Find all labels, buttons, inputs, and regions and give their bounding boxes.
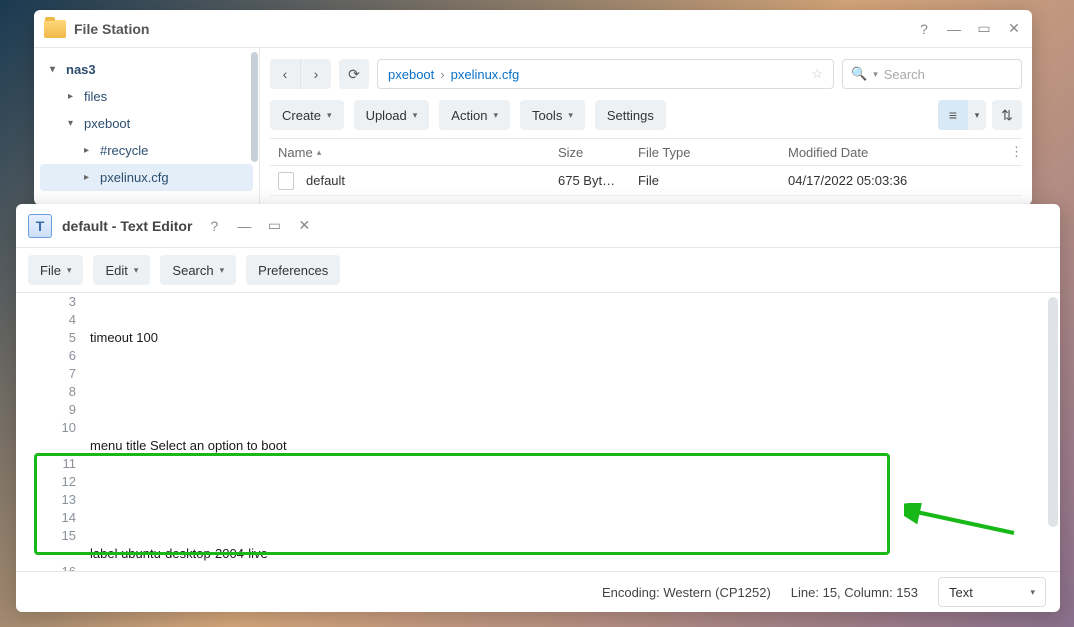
minimize-icon[interactable]: — xyxy=(946,21,962,37)
column-more-icon[interactable]: ⋮ xyxy=(1002,144,1022,160)
tree-item-pxelinux[interactable]: ▸pxelinux.cfg xyxy=(40,164,253,191)
refresh-button[interactable]: ⟳ xyxy=(339,59,369,89)
column-date[interactable]: Modified Date xyxy=(780,145,1002,160)
line-gutter: 345678910111213141516 xyxy=(16,293,86,572)
table-row[interactable]: default 675 Byt… File 04/17/2022 05:03:3… xyxy=(270,166,1022,196)
sidebar: ▾nas3 ▸files ▾pxeboot ▸#recycle ▸pxelinu… xyxy=(34,48,260,205)
file-station-titlebar[interactable]: File Station ? — ▭ ✕ xyxy=(34,10,1032,48)
status-position: Line: 15, Column: 153 xyxy=(791,585,918,600)
maximize-icon[interactable]: ▭ xyxy=(976,21,992,37)
edit-menu[interactable]: Edit▾ xyxy=(93,255,150,285)
column-size[interactable]: Size xyxy=(550,145,630,160)
back-button[interactable]: ‹ xyxy=(270,59,300,89)
sidebar-scrollbar[interactable] xyxy=(251,52,258,162)
file-icon xyxy=(278,172,294,190)
search-icon: 🔍 xyxy=(851,66,867,82)
help-icon[interactable]: ? xyxy=(916,21,932,37)
view-dropdown-icon[interactable]: ▾ xyxy=(968,100,986,130)
tree-item-recycle[interactable]: ▸#recycle xyxy=(40,137,253,164)
file-name: default xyxy=(306,173,345,188)
folder-icon xyxy=(44,20,66,38)
tree-item-files[interactable]: ▸files xyxy=(40,83,253,110)
search-dropdown-icon[interactable]: ▾ xyxy=(873,69,878,80)
search-input[interactable]: 🔍 ▾ Search xyxy=(842,59,1022,89)
forward-button[interactable]: › xyxy=(301,59,331,89)
minimize-icon[interactable]: — xyxy=(236,218,252,234)
breadcrumb-part[interactable]: pxeboot xyxy=(388,67,434,82)
status-encoding: Encoding: Western (CP1252) xyxy=(602,585,771,600)
file-station-window: File Station ? — ▭ ✕ ▾nas3 ▸files ▾pxebo… xyxy=(34,10,1032,205)
code-content[interactable]: timeout 100 menu title Select an option … xyxy=(90,293,1046,572)
tree-root-nas3[interactable]: ▾nas3 xyxy=(40,56,253,83)
text-editor-window: T default - Text Editor ? — ▭ ✕ File▾ Ed… xyxy=(16,204,1060,612)
upload-button[interactable]: Upload▾ xyxy=(354,100,430,130)
search-placeholder: Search xyxy=(884,67,925,82)
file-date: 04/17/2022 05:03:36 xyxy=(780,173,1002,188)
status-bar: Encoding: Western (CP1252) Line: 15, Col… xyxy=(16,572,1060,612)
breadcrumb-sep: › xyxy=(440,67,444,82)
file-menu[interactable]: File▾ xyxy=(28,255,83,285)
window-title: File Station xyxy=(74,21,149,37)
column-type[interactable]: File Type xyxy=(630,145,780,160)
text-editor-icon: T xyxy=(28,214,52,238)
maximize-icon[interactable]: ▭ xyxy=(266,218,282,234)
close-icon[interactable]: ✕ xyxy=(1006,21,1022,37)
search-menu[interactable]: Search▾ xyxy=(160,255,236,285)
tree-item-pxeboot[interactable]: ▾pxeboot xyxy=(40,110,253,137)
window-title: default - Text Editor xyxy=(62,218,192,234)
editor-toolbar: File▾ Edit▾ Search▾ Preferences xyxy=(16,248,1060,292)
column-name[interactable]: Name▴ xyxy=(270,145,550,160)
language-select[interactable]: Text▾ xyxy=(938,577,1046,607)
editor-scrollbar[interactable] xyxy=(1048,297,1058,527)
file-type: File xyxy=(630,173,780,188)
settings-button[interactable]: Settings xyxy=(595,100,666,130)
list-view-button[interactable]: ≡ xyxy=(938,100,968,130)
preferences-button[interactable]: Preferences xyxy=(246,255,340,285)
action-toolbar: Create▾ Upload▾ Action▾ Tools▾ Settings … xyxy=(270,100,1022,130)
close-icon[interactable]: ✕ xyxy=(296,218,312,234)
help-icon[interactable]: ? xyxy=(206,218,222,234)
star-icon[interactable]: ☆ xyxy=(811,66,823,82)
sort-button[interactable]: ⇅ xyxy=(992,100,1022,130)
text-editor-titlebar[interactable]: T default - Text Editor ? — ▭ ✕ xyxy=(16,204,1060,248)
code-editor[interactable]: 345678910111213141516 timeout 100 menu t… xyxy=(16,292,1060,572)
create-button[interactable]: Create▾ xyxy=(270,100,344,130)
file-size: 675 Byt… xyxy=(550,173,630,188)
breadcrumb-part[interactable]: pxelinux.cfg xyxy=(451,67,520,82)
file-table: Name▴ Size File Type Modified Date ⋮ def… xyxy=(270,138,1022,196)
breadcrumb[interactable]: pxeboot › pxelinux.cfg ☆ xyxy=(377,59,834,89)
nav-toolbar: ‹ › ⟳ pxeboot › pxelinux.cfg ☆ 🔍 ▾ Searc… xyxy=(270,56,1022,92)
tools-button[interactable]: Tools▾ xyxy=(520,100,585,130)
action-button[interactable]: Action▾ xyxy=(439,100,510,130)
